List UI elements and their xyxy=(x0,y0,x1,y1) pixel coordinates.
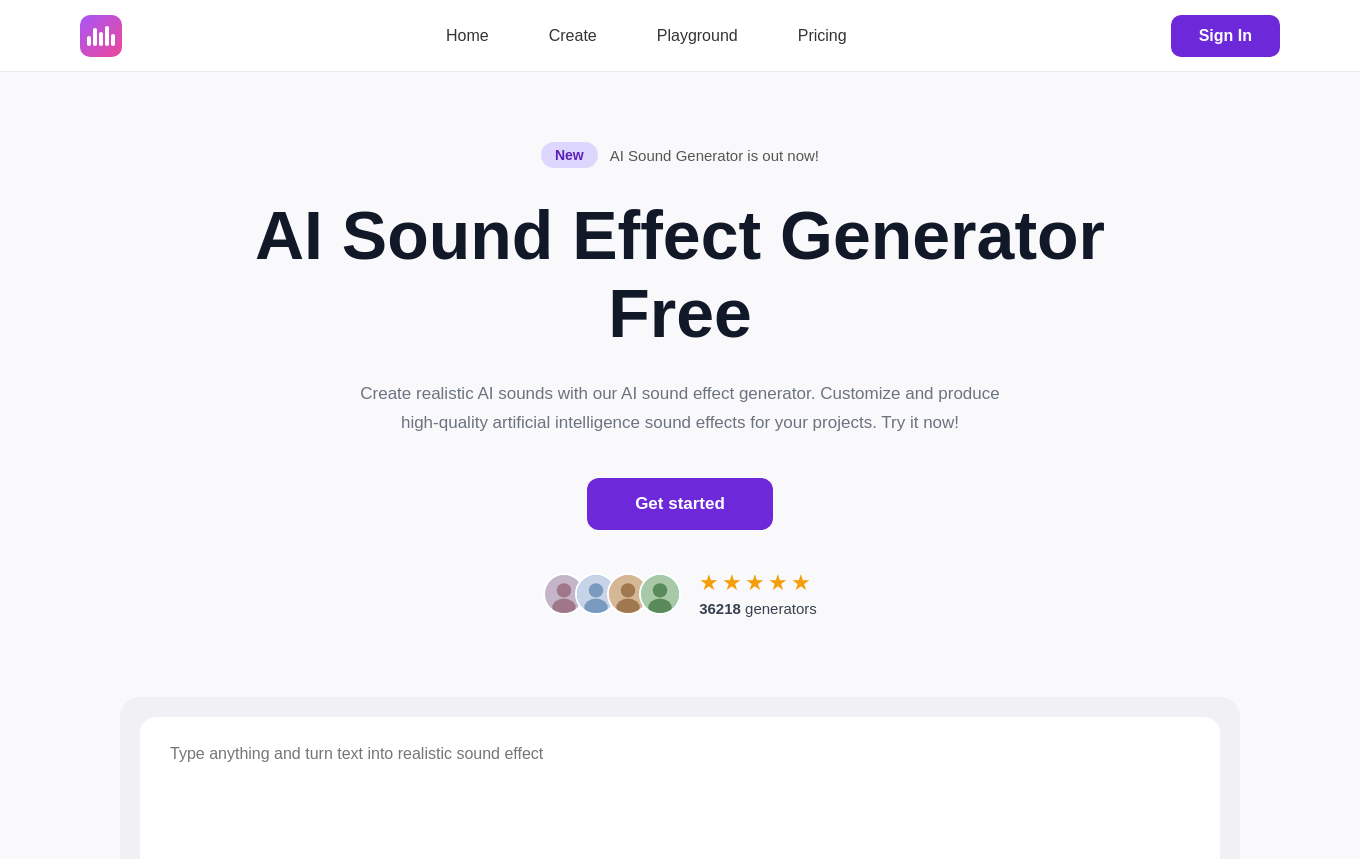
generator-count-rest: generators xyxy=(741,600,817,617)
nav-item-pricing[interactable]: Pricing xyxy=(798,27,847,45)
star-4: ★ xyxy=(768,570,788,596)
svg-point-1 xyxy=(557,583,571,597)
svg-point-4 xyxy=(589,583,603,597)
star-1: ★ xyxy=(699,570,719,596)
nav-item-home[interactable]: Home xyxy=(446,27,489,45)
logo[interactable] xyxy=(80,15,122,57)
nav-item-playground[interactable]: Playground xyxy=(657,27,738,45)
generator-input[interactable] xyxy=(170,745,1190,845)
hero-title: AI Sound Effect Generator Free xyxy=(255,196,1105,352)
avatar-4 xyxy=(639,573,681,615)
new-badge-row: New AI Sound Generator is out now! xyxy=(541,142,819,168)
generator-box: GENERATE xyxy=(140,717,1220,859)
avatars xyxy=(543,573,681,615)
logo-bar-2 xyxy=(93,28,97,46)
nav-link-playground[interactable]: Playground xyxy=(657,27,738,44)
hero-title-line2: Free xyxy=(608,275,752,351)
hero-title-line1: AI Sound Effect Generator xyxy=(255,197,1105,273)
logo-bar-5 xyxy=(111,34,115,46)
generator-count-bold: 36218 xyxy=(699,600,741,617)
logo-icon xyxy=(80,15,122,57)
nav-links: Home Create Playground Pricing xyxy=(446,27,847,45)
new-badge: New xyxy=(541,142,598,168)
hero-subtitle: Create realistic AI sounds with our AI s… xyxy=(340,380,1020,438)
nav-link-pricing[interactable]: Pricing xyxy=(798,27,847,44)
generator-container: GENERATE xyxy=(120,697,1240,859)
stars: ★ ★ ★ ★ ★ xyxy=(699,570,811,596)
svg-point-7 xyxy=(621,583,635,597)
hero-section: New AI Sound Generator is out now! AI So… xyxy=(0,72,1360,697)
social-proof: ★ ★ ★ ★ ★ 36218 generators xyxy=(543,570,817,617)
navbar: Home Create Playground Pricing Sign In xyxy=(0,0,1360,72)
star-5: ★ xyxy=(791,570,811,596)
rating-section: ★ ★ ★ ★ ★ 36218 generators xyxy=(699,570,817,617)
star-3: ★ xyxy=(745,570,765,596)
nav-link-home[interactable]: Home xyxy=(446,27,489,44)
get-started-button[interactable]: Get started xyxy=(587,478,773,530)
logo-bar-4 xyxy=(105,26,109,46)
nav-link-create[interactable]: Create xyxy=(549,27,597,44)
logo-bar-1 xyxy=(87,36,91,46)
generator-count: 36218 generators xyxy=(699,600,817,617)
svg-point-10 xyxy=(653,583,667,597)
nav-item-create[interactable]: Create xyxy=(549,27,597,45)
logo-bars xyxy=(87,26,115,46)
logo-bar-3 xyxy=(99,32,103,46)
new-badge-text: AI Sound Generator is out now! xyxy=(610,147,819,164)
star-2: ★ xyxy=(722,570,742,596)
sign-in-button[interactable]: Sign In xyxy=(1171,15,1280,57)
